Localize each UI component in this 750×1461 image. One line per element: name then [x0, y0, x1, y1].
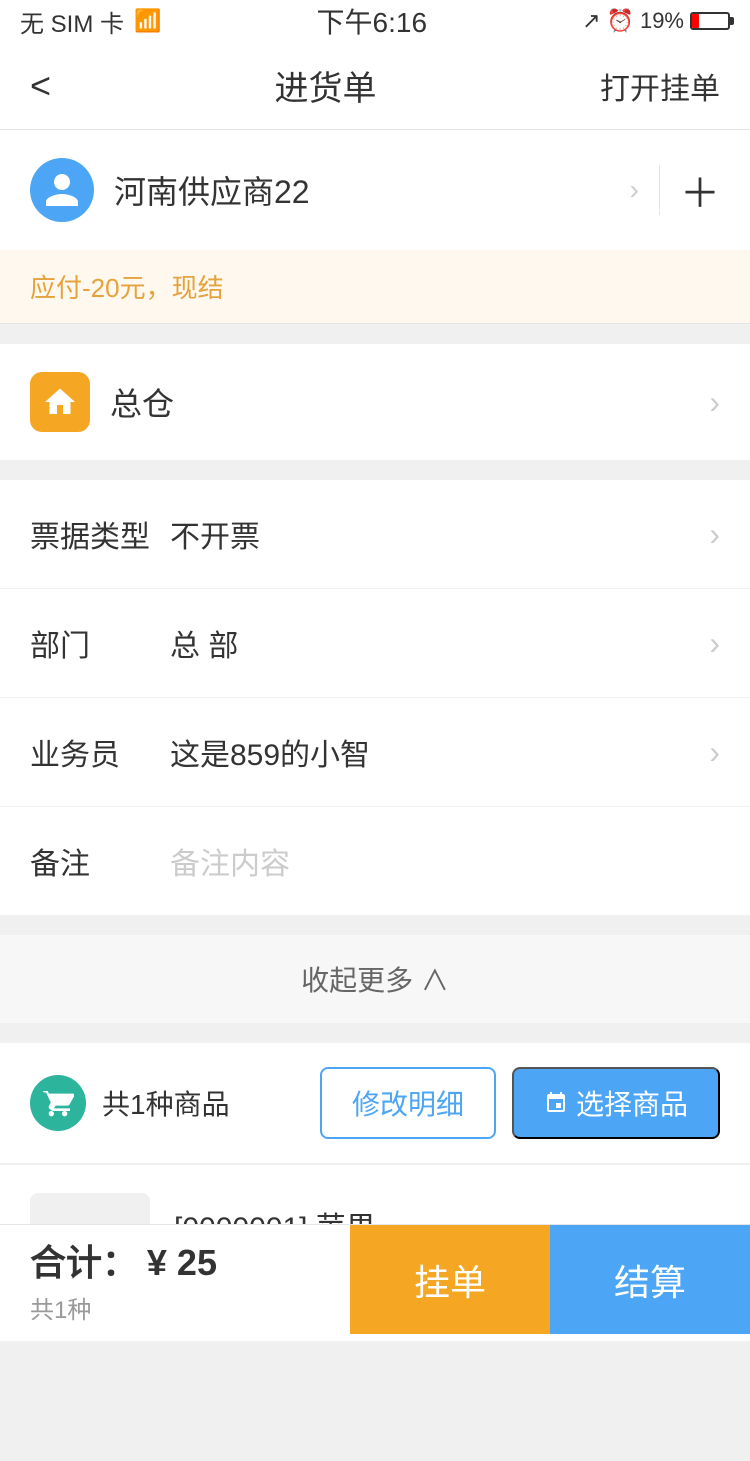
- department-row[interactable]: 部门 总 部 ›: [0, 589, 750, 698]
- time-label: 下午6:16: [317, 1, 428, 41]
- bottom-spacer: [0, 1341, 750, 1461]
- warehouse-chevron-icon: ›: [709, 384, 720, 421]
- checkout-button[interactable]: 结算: [550, 1225, 750, 1334]
- ticket-type-row[interactable]: 票据类型 不开票 ›: [0, 480, 750, 589]
- select-product-label: 选择商品: [576, 1083, 688, 1123]
- add-supplier-button[interactable]: ＋: [680, 161, 720, 219]
- collapse-bar[interactable]: 收起更多 ∧: [0, 935, 750, 1023]
- total-label: 合计：: [30, 1242, 138, 1283]
- warehouse-row[interactable]: 总仓 ›: [0, 344, 750, 460]
- status-bar: 无 SIM 卡 📶 下午6:16 ↗ ⏰ 19%: [0, 0, 750, 42]
- alarm-icon: ⏰: [607, 8, 634, 34]
- salesman-label: 业务员: [30, 730, 170, 774]
- remark-label: 备注: [30, 839, 170, 883]
- ticket-type-chevron-icon: ›: [709, 516, 720, 553]
- remark-input[interactable]: 备注内容: [170, 839, 720, 883]
- total-section: 合计： ¥ 25 共1种: [0, 1225, 350, 1334]
- wifi-icon: 📶: [134, 8, 161, 34]
- supplier-chevron-icon: ›: [630, 174, 639, 206]
- department-label: 部门: [30, 621, 170, 665]
- bottom-bar: 合计： ¥ 25 共1种 挂单 结算: [0, 1224, 750, 1334]
- department-chevron-icon: ›: [709, 625, 720, 662]
- total-main: 合计： ¥ 25: [30, 1234, 320, 1286]
- edit-detail-button[interactable]: 修改明细: [320, 1067, 496, 1139]
- back-button[interactable]: <: [30, 65, 51, 107]
- select-cart-icon: [544, 1091, 568, 1115]
- remark-row[interactable]: 备注 备注内容: [0, 807, 750, 915]
- ticket-type-label: 票据类型: [30, 512, 170, 556]
- salesman-chevron-icon: ›: [709, 734, 720, 771]
- status-right: ↗ ⏰ 19%: [582, 8, 730, 34]
- total-amount: ¥ 25: [147, 1242, 217, 1283]
- page-title: 进货单: [275, 61, 377, 110]
- divider: [659, 165, 660, 215]
- collapse-label: 收起更多 ∧: [301, 959, 449, 999]
- warehouse-icon: [30, 372, 90, 432]
- warehouse-name: 总仓: [110, 379, 709, 425]
- product-header: 共1种商品 修改明细 选择商品: [0, 1043, 750, 1163]
- salesman-row[interactable]: 业务员 这是859的小智 ›: [0, 698, 750, 807]
- carrier-label: 无 SIM 卡: [20, 4, 124, 39]
- user-icon: [42, 170, 82, 210]
- home-icon: [42, 384, 78, 420]
- nav-bar: < 进货单 打开挂单: [0, 42, 750, 130]
- supplier-name: 河南供应商22: [114, 167, 630, 213]
- form-section: 票据类型 不开票 › 部门 总 部 › 业务员 这是859的小智 › 备注 备注…: [0, 480, 750, 915]
- total-count: 共1种: [30, 1290, 320, 1325]
- notice-bar: 应付-20元，现结: [0, 250, 750, 323]
- battery-icon: [690, 12, 730, 30]
- supplier-row[interactable]: 河南供应商22 › ＋: [0, 130, 750, 250]
- cart-icon: [42, 1087, 74, 1119]
- supplier-avatar: [30, 158, 94, 222]
- open-hang-button[interactable]: 打开挂单: [600, 64, 720, 108]
- notice-text: 应付-20元，现结: [30, 273, 224, 303]
- salesman-value: 这是859的小智: [170, 730, 709, 774]
- warehouse-section: 总仓 ›: [0, 344, 750, 460]
- department-value: 总 部: [170, 621, 709, 665]
- location-icon: ↗: [582, 8, 600, 34]
- battery-percent: 19%: [640, 8, 684, 34]
- product-icon: [30, 1075, 86, 1131]
- hang-button[interactable]: 挂单: [350, 1225, 550, 1334]
- status-left: 无 SIM 卡 📶: [20, 4, 161, 39]
- supplier-section: 河南供应商22 › ＋ 应付-20元，现结: [0, 130, 750, 324]
- ticket-type-value: 不开票: [170, 512, 709, 556]
- product-count: 共1种商品: [102, 1083, 320, 1123]
- select-product-button[interactable]: 选择商品: [512, 1067, 720, 1139]
